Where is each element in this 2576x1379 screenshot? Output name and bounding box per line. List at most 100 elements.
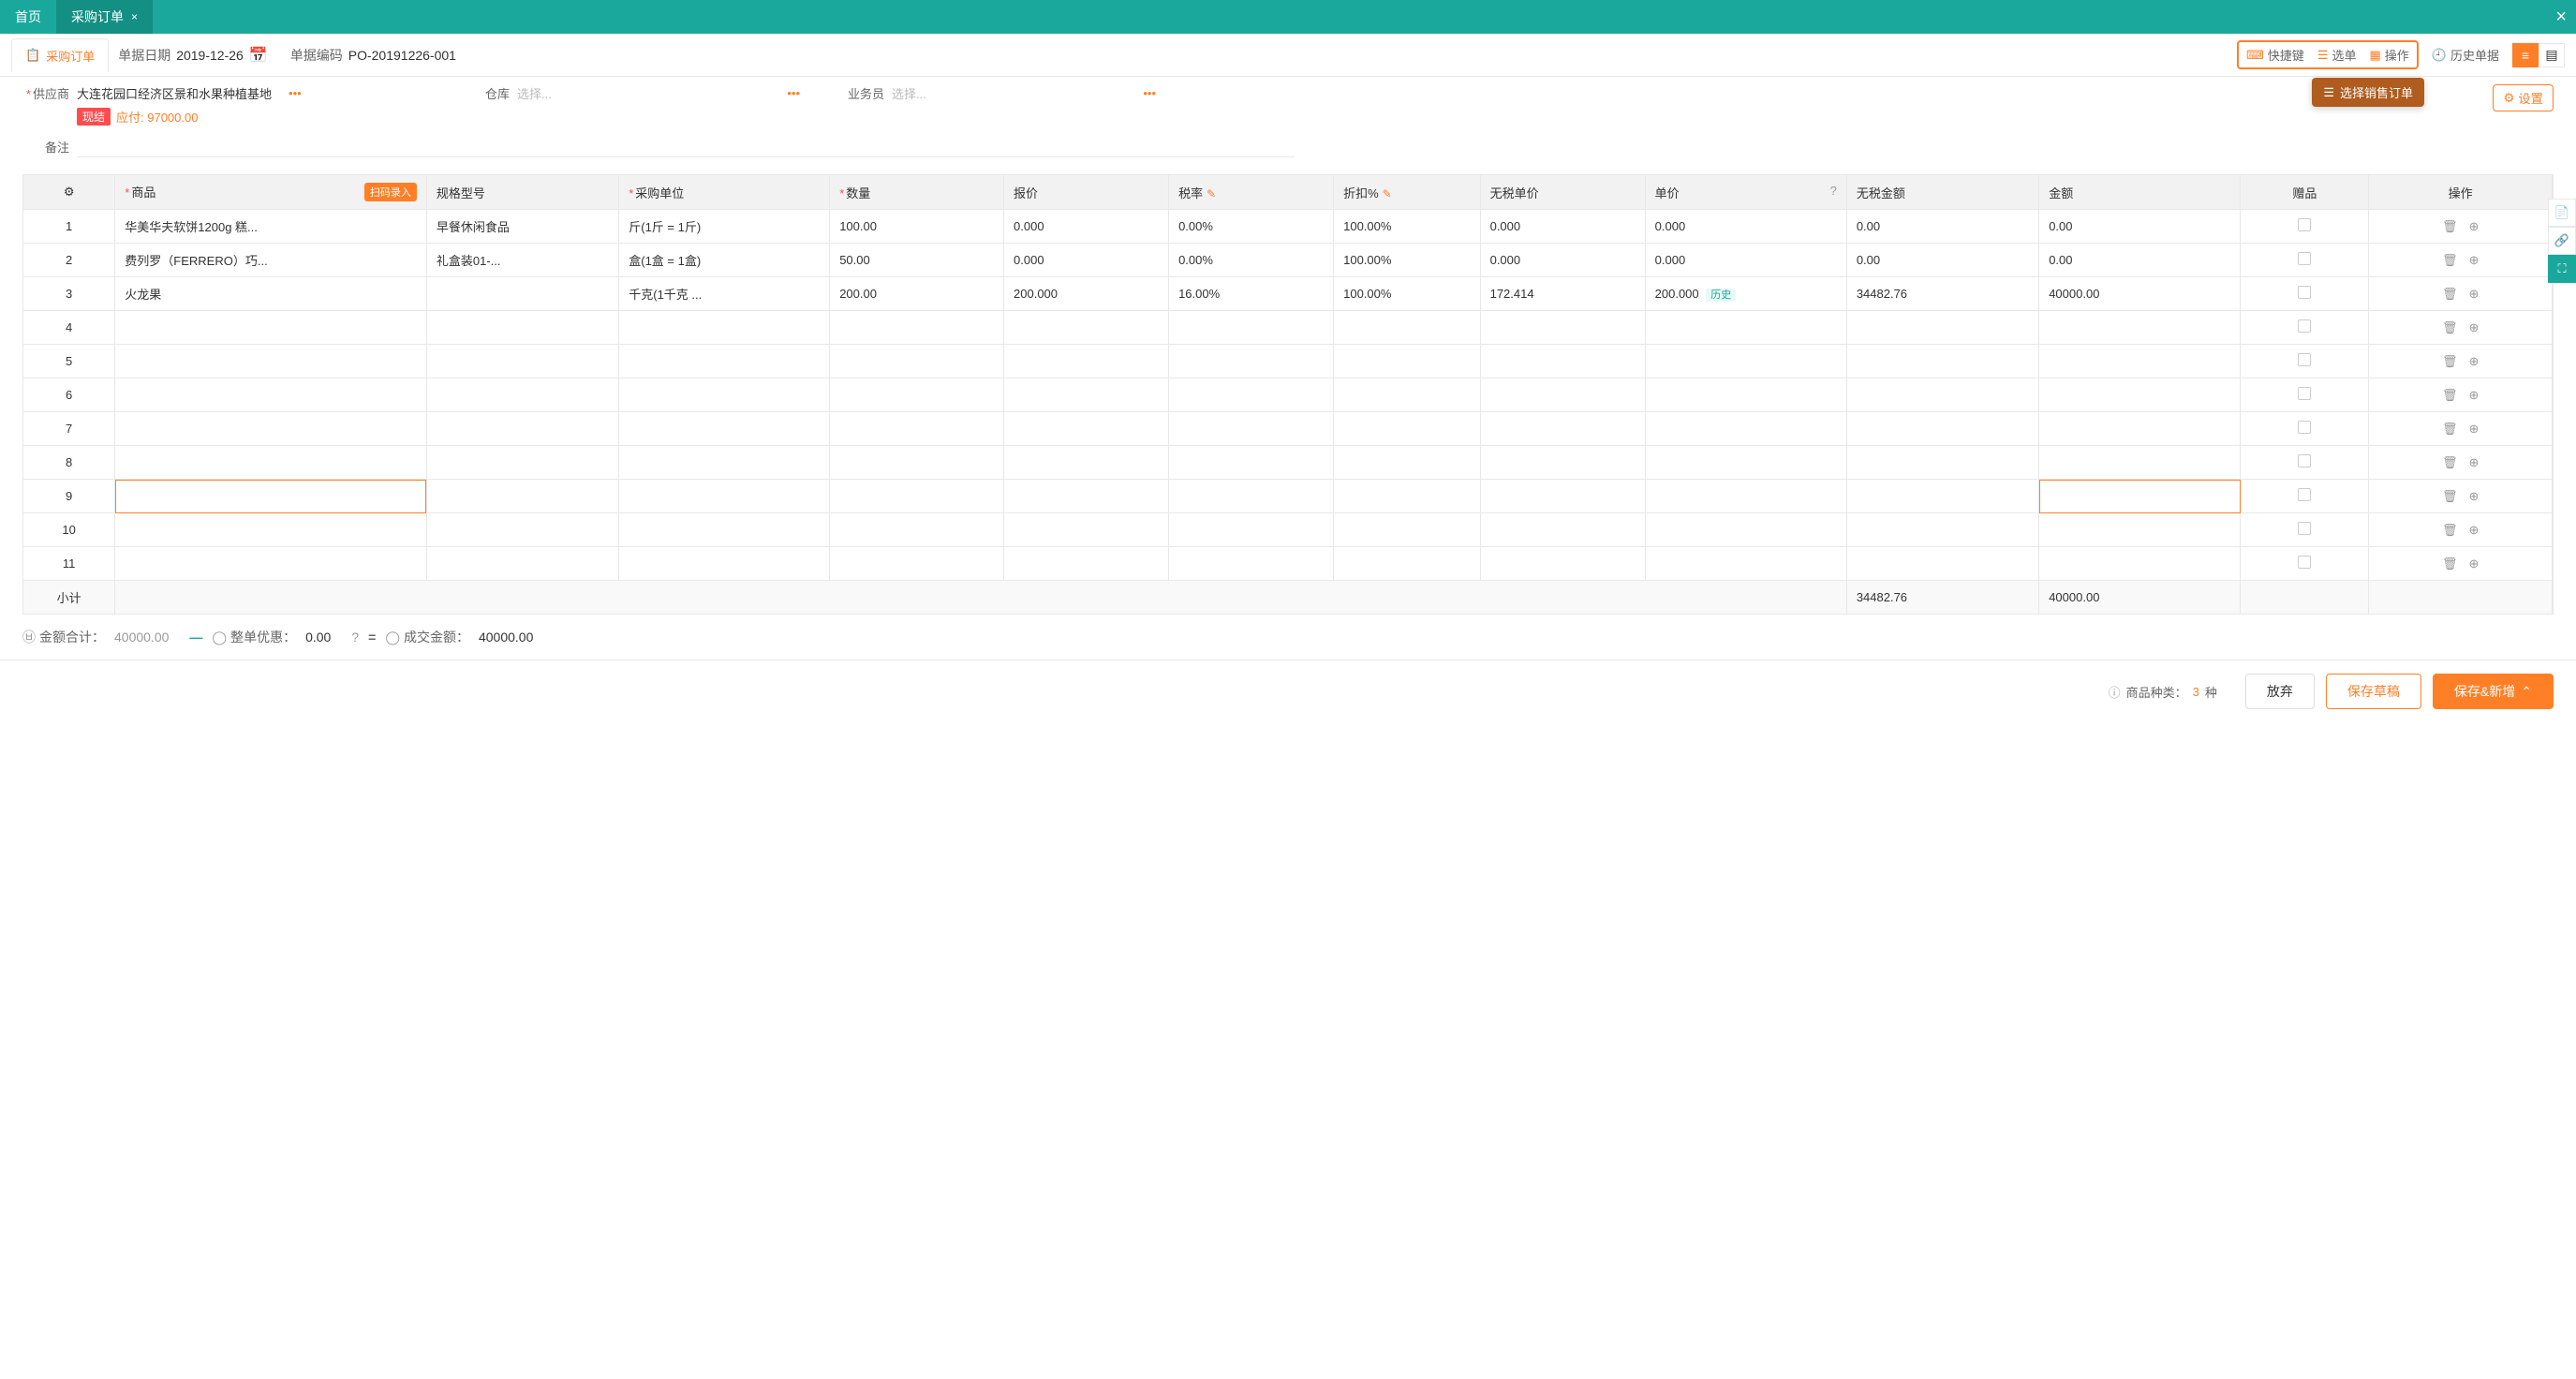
cell-qty[interactable] xyxy=(830,513,1004,547)
scan-badge[interactable]: 扫码录入 xyxy=(364,183,417,201)
select-sales-order-button[interactable]: ☰ 选择销售订单 xyxy=(2312,78,2424,107)
cell-unit[interactable]: 盒(1盒 = 1盒) xyxy=(619,244,830,277)
cell-discount[interactable] xyxy=(1334,345,1480,378)
cell-tax[interactable] xyxy=(1169,311,1334,345)
cell-quote[interactable] xyxy=(1004,480,1169,513)
delete-row-icon[interactable]: 🗑 xyxy=(2442,354,2458,369)
cell-gift[interactable] xyxy=(2241,378,2369,412)
shortcut-link[interactable]: ⌨快捷键 xyxy=(2246,46,2304,64)
cell-unitprice[interactable] xyxy=(1645,547,1846,581)
cell-qty[interactable] xyxy=(830,311,1004,345)
cell-unitprice[interactable] xyxy=(1645,311,1846,345)
save-new-button[interactable]: 保存&新增⌃ xyxy=(2433,674,2554,709)
close-icon[interactable]: × xyxy=(131,10,138,23)
add-row-icon[interactable]: ⊕ xyxy=(2468,388,2479,403)
gift-checkbox[interactable] xyxy=(2298,454,2311,467)
cell-spec[interactable] xyxy=(426,480,618,513)
cell-tax[interactable]: 0.00% xyxy=(1169,210,1334,244)
cell-notax-unit[interactable] xyxy=(1480,412,1645,446)
cell-quote[interactable] xyxy=(1004,513,1169,547)
cell-product[interactable] xyxy=(115,378,427,412)
cell-notax-amt[interactable]: 0.00 xyxy=(1846,244,2038,277)
total-discount[interactable]: 0.00 xyxy=(305,630,331,645)
cell-qty[interactable] xyxy=(830,547,1004,581)
table-row[interactable]: 10🗑⊕ xyxy=(23,513,2553,547)
cell-notax-amt[interactable] xyxy=(1846,311,2038,345)
cell-product[interactable] xyxy=(115,311,427,345)
table-row[interactable]: 7🗑⊕ xyxy=(23,412,2553,446)
add-row-icon[interactable]: ⊕ xyxy=(2468,489,2479,504)
delete-row-icon[interactable]: 🗑 xyxy=(2442,253,2458,268)
cell-spec[interactable]: 早餐休闲食品 xyxy=(426,210,618,244)
cell-discount[interactable] xyxy=(1334,547,1480,581)
gift-checkbox[interactable] xyxy=(2298,421,2311,434)
cell-tax[interactable] xyxy=(1169,480,1334,513)
calendar-icon[interactable]: 📅 xyxy=(249,46,268,65)
add-row-icon[interactable]: ⊕ xyxy=(2468,253,2479,268)
cell-qty[interactable] xyxy=(830,480,1004,513)
add-row-icon[interactable]: ⊕ xyxy=(2468,287,2479,302)
cell-quote[interactable]: 0.000 xyxy=(1004,210,1169,244)
cell-notax-unit[interactable] xyxy=(1480,513,1645,547)
cell-notax-unit[interactable]: 0.000 xyxy=(1480,210,1645,244)
cell-gift[interactable] xyxy=(2241,446,2369,480)
delete-row-icon[interactable]: 🗑 xyxy=(2442,320,2458,335)
add-row-icon[interactable]: ⊕ xyxy=(2468,320,2479,335)
gift-checkbox[interactable] xyxy=(2298,353,2311,366)
cell-qty[interactable] xyxy=(830,446,1004,480)
cell-product[interactable]: 华美华夫软饼1200g 糕... xyxy=(115,210,427,244)
cell-unitprice[interactable] xyxy=(1645,412,1846,446)
cell-product[interactable] xyxy=(115,547,427,581)
cell-notax-unit[interactable]: 0.000 xyxy=(1480,244,1645,277)
add-row-icon[interactable]: ⊕ xyxy=(2468,523,2479,538)
add-row-icon[interactable]: ⊕ xyxy=(2468,354,2479,369)
cell-product[interactable]: 费列罗（FERRERO）巧... xyxy=(115,244,427,277)
cell-notax-amt[interactable]: 34482.76 xyxy=(1846,277,2038,311)
cell-amount[interactable] xyxy=(2039,412,2241,446)
cell-product[interactable] xyxy=(115,513,427,547)
cell-qty[interactable]: 50.00 xyxy=(830,244,1004,277)
more-icon[interactable]: ••• xyxy=(1143,86,1156,100)
cell-quote[interactable] xyxy=(1004,378,1169,412)
gift-checkbox[interactable] xyxy=(2298,522,2311,535)
gift-checkbox[interactable] xyxy=(2298,218,2311,231)
cell-spec[interactable]: 礼盒装01-... xyxy=(426,244,618,277)
cell-unit[interactable] xyxy=(619,378,830,412)
cell-notax-unit[interactable]: 172.414 xyxy=(1480,277,1645,311)
cell-discount[interactable] xyxy=(1334,480,1480,513)
table-row[interactable]: 4🗑⊕ xyxy=(23,311,2553,345)
cell-product[interactable] xyxy=(115,412,427,446)
cell-gift[interactable] xyxy=(2241,277,2369,311)
cell-notax-unit[interactable] xyxy=(1480,311,1645,345)
cell-gift[interactable] xyxy=(2241,311,2369,345)
cell-spec[interactable] xyxy=(426,345,618,378)
help-icon[interactable]: ? xyxy=(1830,184,1837,198)
more-icon[interactable]: ••• xyxy=(787,86,800,100)
operate-link[interactable]: ▦操作 xyxy=(2369,46,2408,64)
cell-notax-unit[interactable] xyxy=(1480,345,1645,378)
supplier-field[interactable]: *供应商 大连花园口经济区景和水果种植基地 ••• xyxy=(22,84,425,102)
cell-notax-amt[interactable] xyxy=(1846,412,2038,446)
cell-unitprice[interactable]: 0.000 xyxy=(1645,244,1846,277)
cell-tax[interactable] xyxy=(1169,345,1334,378)
cell-qty[interactable] xyxy=(830,345,1004,378)
cell-unitprice[interactable]: 0.000 xyxy=(1645,210,1846,244)
add-row-icon[interactable]: ⊕ xyxy=(2468,422,2479,437)
cell-qty[interactable] xyxy=(830,378,1004,412)
cell-gift[interactable] xyxy=(2241,345,2369,378)
salesman-field[interactable]: 业务员 选择... ••• xyxy=(837,84,1156,102)
table-row[interactable]: 9🗑⊕ xyxy=(23,480,2553,513)
rail-expand-icon[interactable]: ⛶ xyxy=(2548,255,2576,283)
cell-spec[interactable] xyxy=(426,277,618,311)
cell-spec[interactable] xyxy=(426,513,618,547)
cell-unit[interactable] xyxy=(619,480,830,513)
cell-discount[interactable] xyxy=(1334,513,1480,547)
cell-notax-unit[interactable] xyxy=(1480,446,1645,480)
gift-checkbox[interactable] xyxy=(2298,387,2311,400)
cell-unit[interactable] xyxy=(619,345,830,378)
cell-quote[interactable] xyxy=(1004,345,1169,378)
cell-notax-unit[interactable] xyxy=(1480,480,1645,513)
rail-note-icon[interactable]: 📄 xyxy=(2548,199,2576,227)
settings-button[interactable]: ⚙设置 xyxy=(2493,84,2554,111)
doc-date-value[interactable]: 2019-12-26 xyxy=(176,48,244,63)
